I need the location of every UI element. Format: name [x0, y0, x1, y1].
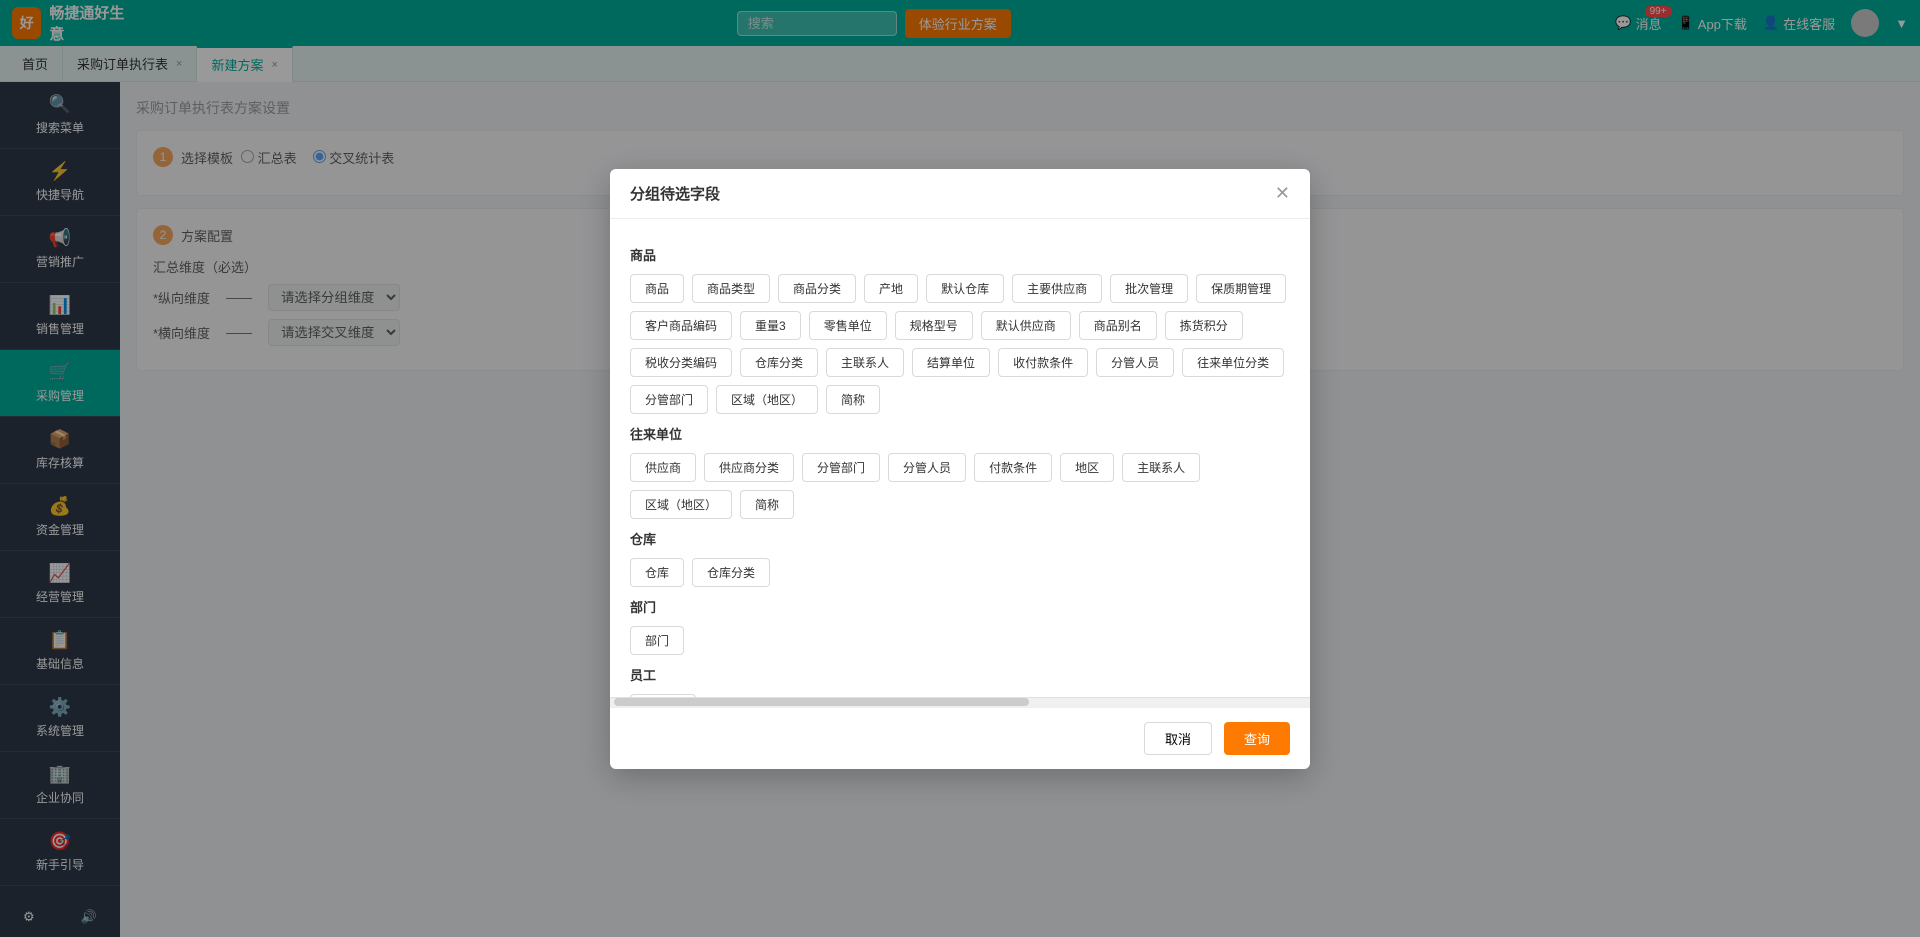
field-supplier[interactable]: 供应商 — [630, 453, 696, 482]
section-dept-title: 部门 — [630, 597, 1290, 616]
field-goods-alias[interactable]: 商品别名 — [1079, 311, 1157, 340]
field-supplier-category[interactable]: 供应商分类 — [704, 453, 794, 482]
dialog-body: 商品 商品 商品类型 商品分类 产地 默认仓库 主要供应商 批次管理 保质期管理… — [610, 219, 1310, 698]
field-customer-sku-code[interactable]: 客户商品编码 — [630, 311, 732, 340]
field-partner-category[interactable]: 往来单位分类 — [1182, 348, 1284, 377]
field-pick-score[interactable]: 拣货积分 — [1165, 311, 1243, 340]
field-region[interactable]: 地区 — [1060, 453, 1114, 482]
field-supervise-dept[interactable]: 分管部门 — [802, 453, 880, 482]
field-main-contact[interactable]: 主联系人 — [826, 348, 904, 377]
field-abbr[interactable]: 简称 — [740, 490, 794, 519]
field-area2[interactable]: 区域（地区） — [630, 490, 732, 519]
field-warehouse-cat[interactable]: 仓库分类 — [692, 558, 770, 587]
confirm-button[interactable]: 查询 — [1224, 722, 1290, 755]
field-expiry-mgmt[interactable]: 保质期管理 — [1196, 274, 1286, 303]
field-goods-type[interactable]: 商品类型 — [692, 274, 770, 303]
field-warehouse[interactable]: 仓库 — [630, 558, 684, 587]
section-employee-title: 员工 — [630, 665, 1290, 684]
field-main-supplier[interactable]: 主要供应商 — [1012, 274, 1102, 303]
horizontal-scrollbar[interactable] — [610, 697, 1310, 706]
dialog-overlay: 分组待选字段 ✕ 商品 商品 商品类型 商品分类 产地 默认仓库 主要供应商 批… — [0, 0, 1920, 937]
field-origin[interactable]: 产地 — [864, 274, 918, 303]
section-warehouse-fields: 仓库 仓库分类 — [630, 558, 1290, 587]
section-partner-title: 往来单位 — [630, 424, 1290, 443]
field-payment-terms[interactable]: 收付款条件 — [998, 348, 1088, 377]
cancel-button[interactable]: 取消 — [1144, 722, 1212, 755]
field-default-supplier[interactable]: 默认供应商 — [981, 311, 1071, 340]
field-short-name[interactable]: 简称 — [826, 385, 880, 414]
section-partner-fields: 供应商 供应商分类 分管部门 分管人员 付款条件 地区 主联系人 区域（地区） … — [630, 453, 1290, 519]
section-goods-fields: 商品 商品类型 商品分类 产地 默认仓库 主要供应商 批次管理 保质期管理 客户… — [630, 274, 1290, 414]
section-dept-fields: 部门 — [630, 626, 1290, 655]
field-tax-code[interactable]: 税收分类编码 — [630, 348, 732, 377]
field-warehouse-category[interactable]: 仓库分类 — [740, 348, 818, 377]
section-warehouse-title: 仓库 — [630, 529, 1290, 548]
field-goods[interactable]: 商品 — [630, 274, 684, 303]
field-supervisor[interactable]: 分管人员 — [1096, 348, 1174, 377]
field-weight3[interactable]: 重量3 — [740, 311, 801, 340]
field-payment-condition[interactable]: 付款条件 — [974, 453, 1052, 482]
hscroll-thumb[interactable] — [614, 698, 1029, 706]
field-goods-category[interactable]: 商品分类 — [778, 274, 856, 303]
field-settlement-unit[interactable]: 结算单位 — [912, 348, 990, 377]
field-spec-model[interactable]: 规格型号 — [895, 311, 973, 340]
dialog-title: 分组待选字段 — [630, 183, 720, 204]
field-select-dialog: 分组待选字段 ✕ 商品 商品 商品类型 商品分类 产地 默认仓库 主要供应商 批… — [610, 169, 1310, 769]
close-icon[interactable]: ✕ — [1275, 184, 1290, 202]
dialog-footer: 取消 查询 — [610, 707, 1310, 769]
field-area-region[interactable]: 区域（地区） — [716, 385, 818, 414]
dialog-header: 分组待选字段 ✕ — [610, 169, 1310, 219]
field-retail-unit[interactable]: 零售单位 — [809, 311, 887, 340]
field-main-contact2[interactable]: 主联系人 — [1122, 453, 1200, 482]
field-default-warehouse[interactable]: 默认仓库 — [926, 274, 1004, 303]
field-supervise-person[interactable]: 分管人员 — [888, 453, 966, 482]
field-dept[interactable]: 分管部门 — [630, 385, 708, 414]
section-goods-title: 商品 — [630, 245, 1290, 264]
field-batch-mgmt[interactable]: 批次管理 — [1110, 274, 1188, 303]
field-department[interactable]: 部门 — [630, 626, 684, 655]
